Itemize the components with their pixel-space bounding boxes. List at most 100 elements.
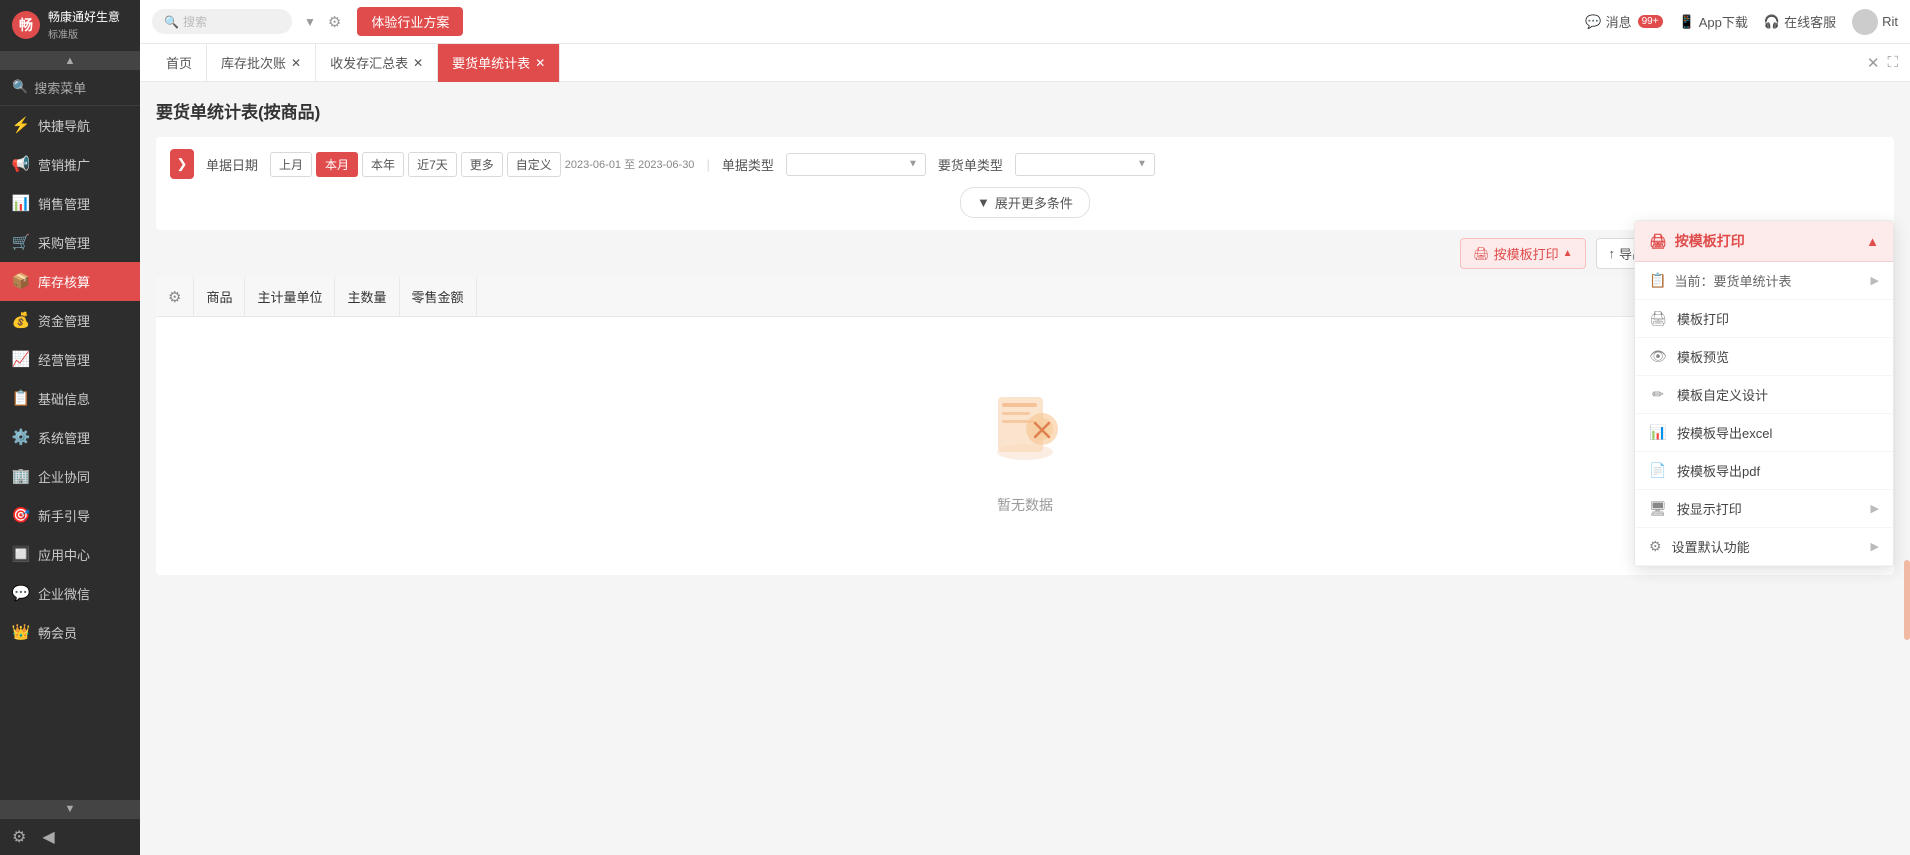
app-download-icon: 📱: [1679, 14, 1695, 30]
print-dropdown-collapse-icon[interactable]: ▲: [1866, 234, 1879, 249]
tab-receipt-summary[interactable]: 收发存汇总表 ✕: [316, 44, 438, 82]
avatar: [1852, 9, 1878, 35]
sidebar-search[interactable]: 🔍 搜索菜单: [0, 70, 140, 106]
display-print-chevron: ▶: [1871, 502, 1879, 515]
topbar-search[interactable]: 🔍 搜索: [152, 9, 292, 34]
date-btn-7days[interactable]: 近7天: [408, 152, 457, 177]
sidebar-item-wechat[interactable]: 💬 企业微信: [0, 574, 140, 613]
date-btn-more[interactable]: 更多: [461, 152, 503, 177]
date-btn-this-year[interactable]: 本年: [362, 152, 404, 177]
print-btn-label: 按模板打印: [1494, 244, 1559, 263]
sidebar-item-operations[interactable]: 📈 经营管理: [0, 340, 140, 379]
sidebar-item-guide[interactable]: 🎯 新手引导: [0, 496, 140, 535]
dropdown-item-template-export-excel[interactable]: 📊 按模板导出excel: [1635, 414, 1893, 452]
print-dropdown: 🖨 按模板打印 ▲ 📋 当前：要货单统计表 ▶ 🖨 模板打印 👁 模板预览 ✏ …: [1634, 220, 1894, 567]
home-tab-label: 首页: [166, 53, 192, 72]
nav-icon-app-center: 🔲: [12, 545, 30, 563]
date-btn-current-month[interactable]: 本月: [316, 152, 358, 177]
nav-icon-system: ⚙️: [12, 428, 30, 446]
tab-batch-account[interactable]: 库存批次账 ✕: [207, 44, 316, 82]
yaohu-select-wrapper: [1015, 153, 1155, 176]
nav-icon-marketing: 📢: [12, 155, 30, 173]
sidebar-item-member[interactable]: 👑 畅会员: [0, 613, 140, 652]
topbar-chevron-icon[interactable]: ▼: [304, 15, 316, 29]
online-service-btn[interactable]: 🎧 在线客服: [1764, 12, 1836, 31]
display-print-left: 🖥 按显示打印: [1649, 499, 1742, 518]
set-default-item[interactable]: ⚙ 设置默认功能 ▶: [1635, 528, 1893, 566]
trial-btn[interactable]: 体验行业方案: [357, 7, 463, 36]
dropdown-item-template-preview[interactable]: 👁 模板预览: [1635, 338, 1893, 376]
filter-row: ❯ 单据日期 上月 本月 本年 近7天 更多 自定义 2023-06-01 至 …: [170, 149, 1880, 179]
sidebar-item-finance[interactable]: 💰 资金管理: [0, 301, 140, 340]
nav-icon-purchase: 🛒: [12, 233, 30, 251]
message-label: 消息: [1606, 12, 1632, 31]
dropdown-item-template-print[interactable]: 🖨 模板打印: [1635, 300, 1893, 338]
date-btn-custom[interactable]: 自定义: [507, 152, 561, 177]
message-btn[interactable]: 💬 消息 99+: [1585, 12, 1662, 31]
tab-close-all-icon[interactable]: ✕: [1867, 54, 1880, 72]
nav-label-finance: 资金管理: [38, 311, 90, 330]
sidebar-item-system[interactable]: ⚙️ 系统管理: [0, 418, 140, 457]
print-chevron-up-icon: ▲: [1563, 248, 1573, 259]
sidebar-item-enterprise[interactable]: 🏢 企业协同: [0, 457, 140, 496]
filter-toggle-btn[interactable]: ❯: [170, 149, 194, 179]
display-print-item[interactable]: 🖥 按显示打印 ▶: [1635, 490, 1893, 528]
sidebar-item-marketing[interactable]: 📢 营销推广: [0, 145, 140, 184]
settings-icon[interactable]: ⚙: [12, 827, 26, 847]
yaohu-type-select[interactable]: [1015, 153, 1155, 176]
username: Rit: [1882, 14, 1898, 29]
date-range: 2023-06-01 至 2023-06-30: [565, 156, 695, 172]
sidebar-item-app-center[interactable]: 🔲 应用中心: [0, 535, 140, 574]
sidebar-item-basic-info[interactable]: 📋 基础信息: [0, 379, 140, 418]
dropdown-item-label-template-preview: 模板预览: [1677, 347, 1729, 366]
type-select[interactable]: [786, 153, 926, 176]
sidebar-item-inventory[interactable]: 📦 库存核算: [0, 262, 140, 301]
date-btn-prev-month[interactable]: 上月: [270, 152, 312, 177]
sidebar-scroll-up[interactable]: ▲: [0, 52, 140, 70]
page-title: 要货单统计表(按商品): [156, 98, 1894, 123]
date-btns: 上月 本月 本年 近7天 更多 自定义 2023-06-01 至 2023-06…: [270, 152, 694, 177]
filter-expand-btn[interactable]: ▼ 展开更多条件: [960, 187, 1090, 218]
app-download-btn[interactable]: 📱 App下载: [1679, 12, 1748, 31]
app-download-label: App下载: [1699, 12, 1748, 31]
tab-order-stat-close[interactable]: ✕: [535, 56, 545, 70]
dropdown-item-template-export-pdf[interactable]: 📄 按模板导出pdf: [1635, 452, 1893, 490]
user-avatar-btn[interactable]: Rit: [1852, 9, 1898, 35]
printer-icon: 🖨: [1473, 246, 1490, 262]
tab-order-stat[interactable]: 要货单统计表 ✕: [438, 44, 560, 82]
dropdown-item-template-design[interactable]: ✏ 模板自定义设计: [1635, 376, 1893, 414]
filter-card: ❯ 单据日期 上月 本月 本年 近7天 更多 自定义 2023-06-01 至 …: [156, 137, 1894, 230]
type-label: 单据类型: [722, 155, 774, 174]
tab-batch-account-close[interactable]: ✕: [291, 56, 301, 70]
col-product: 商品: [194, 277, 245, 317]
tab-receipt-summary-close[interactable]: ✕: [413, 56, 423, 70]
headset-icon: 🎧: [1764, 14, 1780, 30]
current-label-chevron: ▶: [1871, 274, 1879, 287]
print-dropdown-header[interactable]: 🖨 按模板打印 ▲: [1635, 221, 1893, 262]
right-scroll-thumb[interactable]: [1904, 560, 1910, 640]
sidebar-logo: 畅 畅康通好生意 标准版: [0, 0, 140, 52]
set-default-left: ⚙ 设置默认功能: [1649, 537, 1750, 556]
nav-label-inventory: 库存核算: [38, 272, 90, 291]
tab-home[interactable]: 首页: [152, 44, 207, 82]
message-badge: 99+: [1638, 15, 1663, 28]
nav-label-operations: 经营管理: [38, 350, 90, 369]
col-unit: 主计量单位: [245, 277, 335, 317]
current-label[interactable]: 📋 当前：要货单统计表 ▶: [1635, 262, 1893, 300]
sidebar-item-purchase[interactable]: 🛒 采购管理: [0, 223, 140, 262]
sidebar-bottom: ⚙ ◀: [0, 818, 140, 855]
print-dropdown-header-label: 按模板打印: [1675, 231, 1745, 251]
dropdown-item-icon-template-preview: 👁: [1649, 348, 1667, 366]
topbar-right: 💬 消息 99+ 📱 App下载 🎧 在线客服 Rit: [1585, 9, 1898, 35]
nav-icon-sales: 📊: [12, 194, 30, 212]
volume-icon[interactable]: ◀: [42, 827, 54, 847]
tab-expand-icon[interactable]: ⛶: [1887, 54, 1898, 71]
logo-text: 畅康通好生意 标准版: [48, 10, 120, 41]
sidebar-item-quick-nav[interactable]: ⚡ 快捷导航: [0, 106, 140, 145]
print-btn[interactable]: 🖨 按模板打印 ▲: [1460, 238, 1585, 269]
topbar-gear-icon[interactable]: ⚙: [328, 13, 341, 31]
col-gear[interactable]: ⚙: [156, 277, 194, 317]
sidebar-item-sales[interactable]: 📊 销售管理: [0, 184, 140, 223]
main-area: 🔍 搜索 ▼ ⚙ 体验行业方案 💬 消息 99+ 📱 App下载 🎧 在线客服 …: [140, 0, 1910, 855]
sidebar-scroll-down[interactable]: ▼: [0, 800, 140, 818]
